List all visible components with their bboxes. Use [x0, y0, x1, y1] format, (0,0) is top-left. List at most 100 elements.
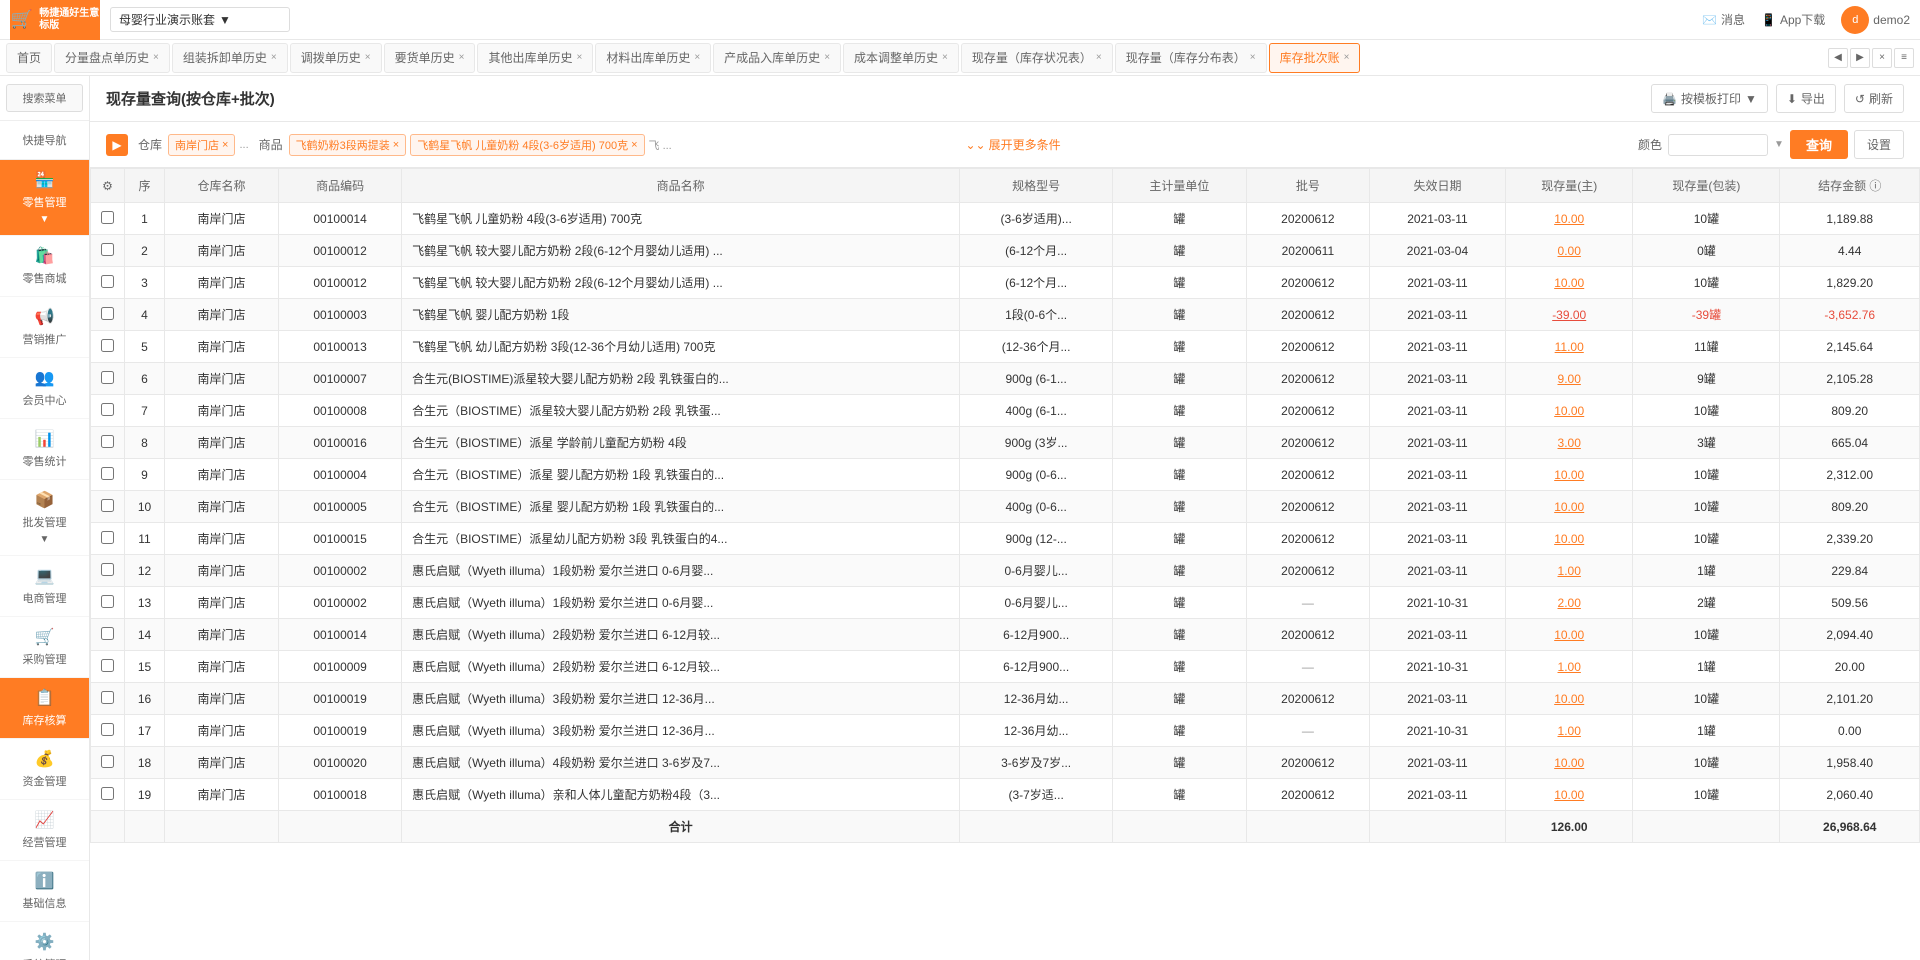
- product-tag-2[interactable]: 飞鹤星飞帆 儿童奶粉 4段(3-6岁适用) 700克 ×: [410, 134, 644, 156]
- sidebar-item-ecommerce[interactable]: 💻 电商管理: [0, 556, 89, 617]
- sidebar-item-inventory[interactable]: 📋 库存核算: [0, 678, 89, 739]
- tab-next-btn[interactable]: ▶: [1850, 48, 1870, 68]
- sidebar-item-retail-stats[interactable]: 📊 零售统计: [0, 419, 89, 480]
- close-icon[interactable]: ×: [824, 52, 830, 63]
- sidebar-item-purchase[interactable]: 🛒 采购管理: [0, 617, 89, 678]
- tab-stock-status[interactable]: 现存量（库存状况表） ×: [961, 43, 1113, 73]
- sidebar-item-retail[interactable]: 🏪 零售管理 ▼: [0, 160, 89, 236]
- cell-checkbox[interactable]: [91, 203, 125, 235]
- search-menu-btn[interactable]: 搜索菜单: [6, 84, 83, 112]
- cell-qty1[interactable]: 11.00: [1506, 331, 1633, 363]
- cell-checkbox[interactable]: [91, 555, 125, 587]
- cell-qty1[interactable]: 10.00: [1506, 779, 1633, 811]
- tab-material-out[interactable]: 材料出库单历史 ×: [595, 43, 711, 73]
- sidebar-item-marketing[interactable]: 📢 营销推广: [0, 297, 89, 358]
- tab-product-in[interactable]: 产成品入库单历史 ×: [713, 43, 841, 73]
- user-area[interactable]: d demo2: [1841, 6, 1910, 34]
- cell-checkbox[interactable]: [91, 779, 125, 811]
- tab-other-out[interactable]: 其他出库单历史 ×: [477, 43, 593, 73]
- tab-stock-batch[interactable]: 库存批次账 ×: [1269, 43, 1361, 73]
- tab-menu-btn[interactable]: ≡: [1894, 48, 1914, 68]
- cell-checkbox[interactable]: [91, 683, 125, 715]
- close-icon[interactable]: ×: [1250, 52, 1256, 63]
- sidebar-item-member[interactable]: 👥 会员中心: [0, 358, 89, 419]
- close-icon[interactable]: ×: [153, 52, 159, 63]
- cell-qty1[interactable]: 2.00: [1506, 587, 1633, 619]
- tab-assembly[interactable]: 组装拆卸单历史 ×: [172, 43, 288, 73]
- cell-checkbox[interactable]: [91, 491, 125, 523]
- cell-checkbox[interactable]: [91, 523, 125, 555]
- close-icon[interactable]: ×: [271, 52, 277, 63]
- cell-checkbox[interactable]: [91, 651, 125, 683]
- close-icon[interactable]: ×: [1344, 52, 1350, 63]
- tab-close-btn[interactable]: ×: [1872, 48, 1892, 68]
- export-btn[interactable]: ⬇ 导出: [1776, 84, 1836, 113]
- cell-qty1[interactable]: 1.00: [1506, 715, 1633, 747]
- warehouse-tag-nanantag[interactable]: 南岸门店 ×: [168, 134, 235, 156]
- quick-nav-btn[interactable]: 快捷导航: [6, 127, 83, 153]
- close-icon[interactable]: ×: [694, 52, 700, 63]
- close-icon[interactable]: ×: [459, 52, 465, 63]
- cell-qty1[interactable]: 3.00: [1506, 427, 1633, 459]
- tag-remove-icon[interactable]: ×: [631, 139, 637, 151]
- cell-checkbox[interactable]: [91, 363, 125, 395]
- cell-qty1[interactable]: 10.00: [1506, 619, 1633, 651]
- cell-qty1[interactable]: 10.00: [1506, 203, 1633, 235]
- close-icon[interactable]: ×: [942, 52, 948, 63]
- cell-qty1[interactable]: 10.00: [1506, 491, 1633, 523]
- cell-qty1[interactable]: 10.00: [1506, 395, 1633, 427]
- product-tag-1[interactable]: 飞鹤奶粉3段两提装 ×: [289, 134, 407, 156]
- setting-btn[interactable]: 设置: [1854, 130, 1904, 159]
- close-icon[interactable]: ×: [365, 52, 371, 63]
- filter-toggle-btn[interactable]: ▶: [106, 134, 128, 156]
- sidebar-item-wholesale[interactable]: 📦 批发管理 ▼: [0, 480, 89, 556]
- refresh-btn[interactable]: ↺ 刷新: [1844, 84, 1904, 113]
- cell-qty1[interactable]: 10.00: [1506, 523, 1633, 555]
- cell-qty1[interactable]: 10.00: [1506, 747, 1633, 779]
- tab-order[interactable]: 要货单历史 ×: [384, 43, 476, 73]
- sidebar-item-basics[interactable]: ℹ️ 基础信息: [0, 861, 89, 922]
- query-btn[interactable]: 查询: [1790, 130, 1848, 159]
- cell-checkbox[interactable]: [91, 267, 125, 299]
- cell-qty1[interactable]: 1.00: [1506, 651, 1633, 683]
- sidebar-item-mall[interactable]: 🛍️ 零售商城: [0, 236, 89, 297]
- tab-home[interactable]: 首页: [6, 43, 52, 73]
- sidebar-item-business[interactable]: 📈 经营管理: [0, 800, 89, 861]
- cell-checkbox[interactable]: [91, 619, 125, 651]
- cell-checkbox[interactable]: [91, 587, 125, 619]
- cell-checkbox[interactable]: [91, 459, 125, 491]
- cell-checkbox[interactable]: [91, 331, 125, 363]
- cell-qty1[interactable]: 10.00: [1506, 683, 1633, 715]
- cell-qty1[interactable]: 10.00: [1506, 459, 1633, 491]
- color-filter-input[interactable]: [1668, 134, 1768, 156]
- export-icon: ⬇: [1787, 92, 1797, 106]
- cell-qty1[interactable]: 10.00: [1506, 267, 1633, 299]
- tab-split-inventory[interactable]: 分量盘点单历史 ×: [54, 43, 170, 73]
- close-icon[interactable]: ×: [576, 52, 582, 63]
- cell-checkbox[interactable]: [91, 299, 125, 331]
- tab-prev-btn[interactable]: ◀: [1828, 48, 1848, 68]
- cell-checkbox[interactable]: [91, 427, 125, 459]
- cell-name: 合生元（BIOSTIME）派星较大婴儿配方奶粉 2段 乳铁蛋...: [402, 395, 960, 427]
- app-download-btn[interactable]: 📱 App下载: [1761, 11, 1825, 28]
- cell-checkbox[interactable]: [91, 715, 125, 747]
- sidebar-item-system[interactable]: ⚙️ 系统管理: [0, 922, 89, 960]
- cell-qty1[interactable]: 9.00: [1506, 363, 1633, 395]
- tag-remove-icon[interactable]: ×: [393, 139, 399, 151]
- tab-stock-dist[interactable]: 现存量（库存分布表） ×: [1115, 43, 1267, 73]
- cell-checkbox[interactable]: [91, 747, 125, 779]
- cell-checkbox[interactable]: [91, 395, 125, 427]
- cell-qty1[interactable]: 0.00: [1506, 235, 1633, 267]
- message-btn[interactable]: ✉️ 消息: [1702, 11, 1745, 28]
- expand-conditions-btn[interactable]: ⌄⌄ 展开更多条件: [965, 136, 1060, 153]
- tab-cost-adjust[interactable]: 成本调整单历史 ×: [843, 43, 959, 73]
- close-icon[interactable]: ×: [1096, 52, 1102, 63]
- cell-qty1[interactable]: 1.00: [1506, 555, 1633, 587]
- cell-qty1[interactable]: -39.00: [1506, 299, 1633, 331]
- account-selector[interactable]: 母婴行业演示账套 ▼: [110, 7, 290, 32]
- template-print-btn[interactable]: 🖨️ 按模板打印 ▼: [1651, 84, 1768, 113]
- sidebar-item-finance[interactable]: 💰 资金管理: [0, 739, 89, 800]
- cell-checkbox[interactable]: [91, 235, 125, 267]
- tag-remove-icon[interactable]: ×: [222, 139, 228, 151]
- tab-transfer[interactable]: 调拨单历史 ×: [290, 43, 382, 73]
